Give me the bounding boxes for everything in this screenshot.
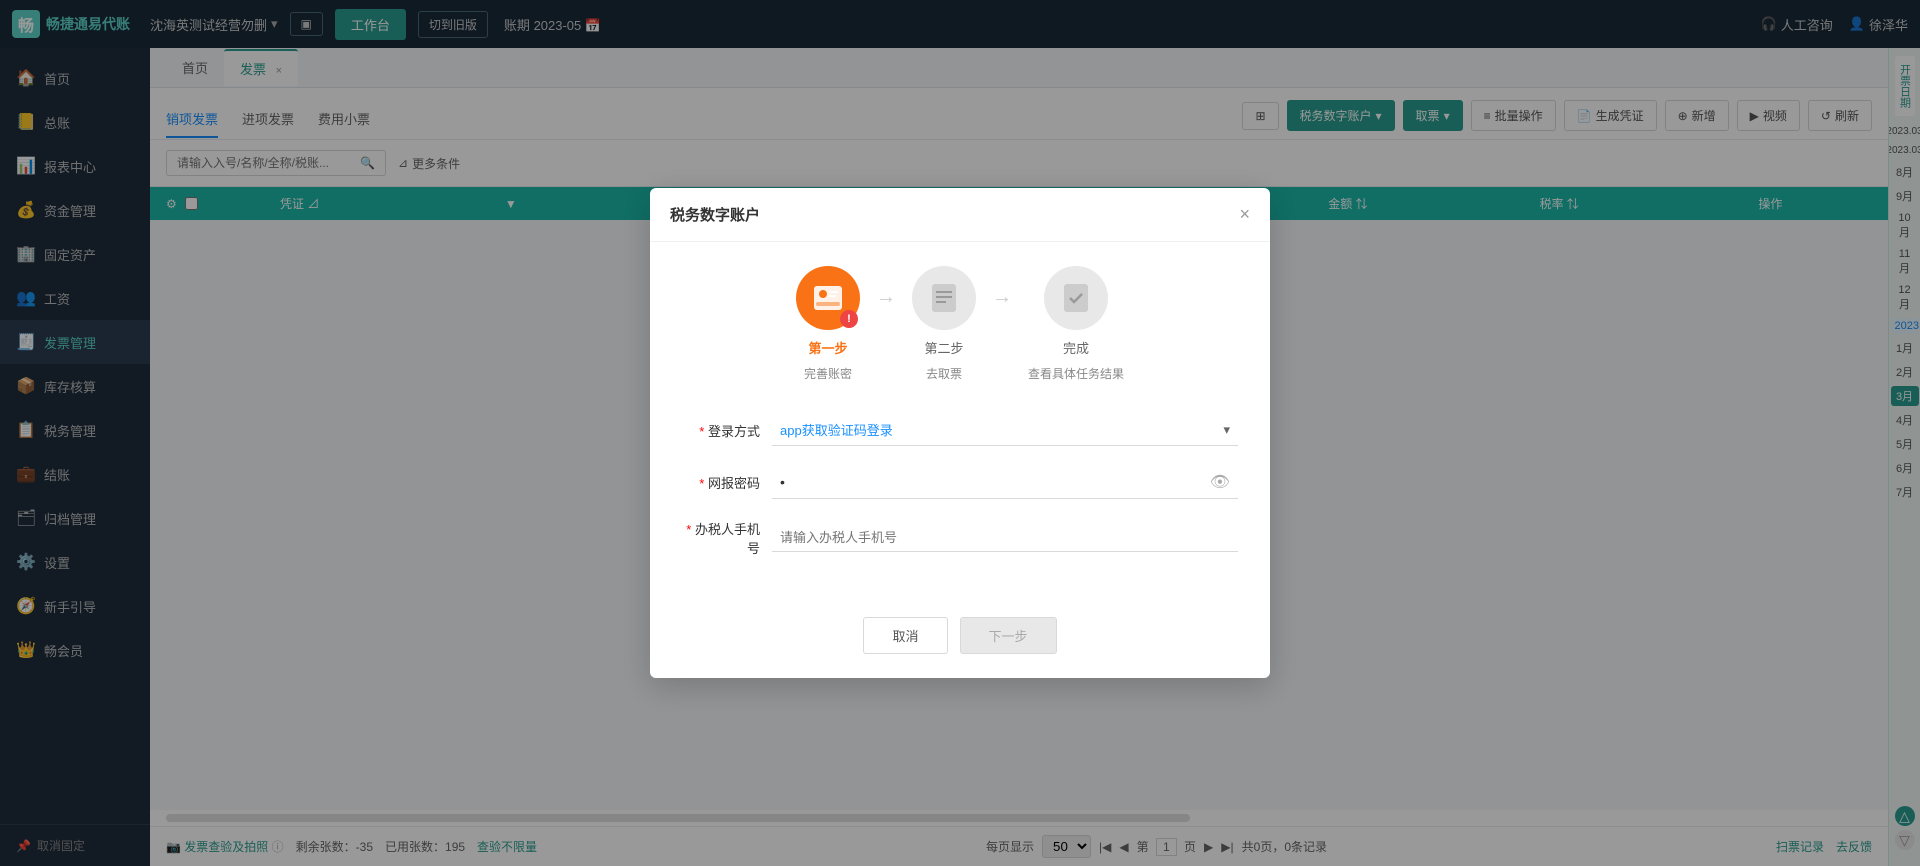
step-3: 完成 查看具体任务结果 — [1028, 266, 1124, 382]
form-row-password: * 网报密码 👁 — [682, 466, 1238, 499]
step-1-icon: ! — [796, 266, 860, 330]
phone-input[interactable] — [780, 530, 1230, 545]
modal-header: 税务数字账户 × — [650, 188, 1270, 242]
phone-field-wrapper — [772, 524, 1238, 552]
step-2-label: 第二步 — [924, 338, 963, 357]
step-3-icon — [1044, 266, 1108, 330]
steps-indicator: ! 第一步 完善账密 → — [682, 266, 1238, 382]
password-field-wrapper: 👁 — [772, 466, 1238, 499]
step-3-label: 完成 — [1063, 338, 1089, 357]
modal-close-btn[interactable]: × — [1239, 204, 1250, 225]
form-row-login-method: * 登录方式 app获取验证码登录 ▾ — [682, 414, 1238, 446]
chevron-down-icon: ▾ — [1223, 422, 1230, 438]
password-label: * 网报密码 — [682, 473, 772, 492]
modal-footer: 取消 下一步 — [650, 601, 1270, 678]
step-arrow-2: → — [976, 286, 1028, 309]
phone-label: * 办税人手机号 — [682, 519, 772, 557]
modal-body: ! 第一步 完善账密 → — [650, 242, 1270, 601]
login-method-label: * 登录方式 — [682, 421, 772, 440]
form-row-phone: * 办税人手机号 — [682, 519, 1238, 557]
modal-overlay: 税务数字账户 × ! — [0, 0, 1920, 866]
step-1: ! 第一步 完善账密 — [796, 266, 860, 382]
step-2-desc: 去取票 — [926, 365, 962, 382]
step-1-label: 第一步 — [808, 338, 847, 357]
modal-title: 税务数字账户 — [670, 204, 760, 225]
cancel-button[interactable]: 取消 — [863, 617, 947, 654]
step-3-desc: 查看具体任务结果 — [1028, 365, 1124, 382]
password-input[interactable] — [780, 474, 1210, 490]
step-1-badge: ! — [840, 310, 858, 328]
eye-icon[interactable]: 👁 — [1210, 472, 1230, 492]
step-2: 第二步 去取票 — [912, 266, 976, 382]
next-button[interactable]: 下一步 — [960, 617, 1057, 654]
step-arrow-1: → — [860, 286, 912, 309]
login-method-value: app获取验证码登录 — [780, 420, 893, 439]
step-1-desc: 完善账密 — [804, 365, 852, 382]
modal-dialog: 税务数字账户 × ! — [650, 188, 1270, 678]
login-method-select[interactable]: app获取验证码登录 ▾ — [772, 414, 1238, 446]
step-2-icon — [912, 266, 976, 330]
